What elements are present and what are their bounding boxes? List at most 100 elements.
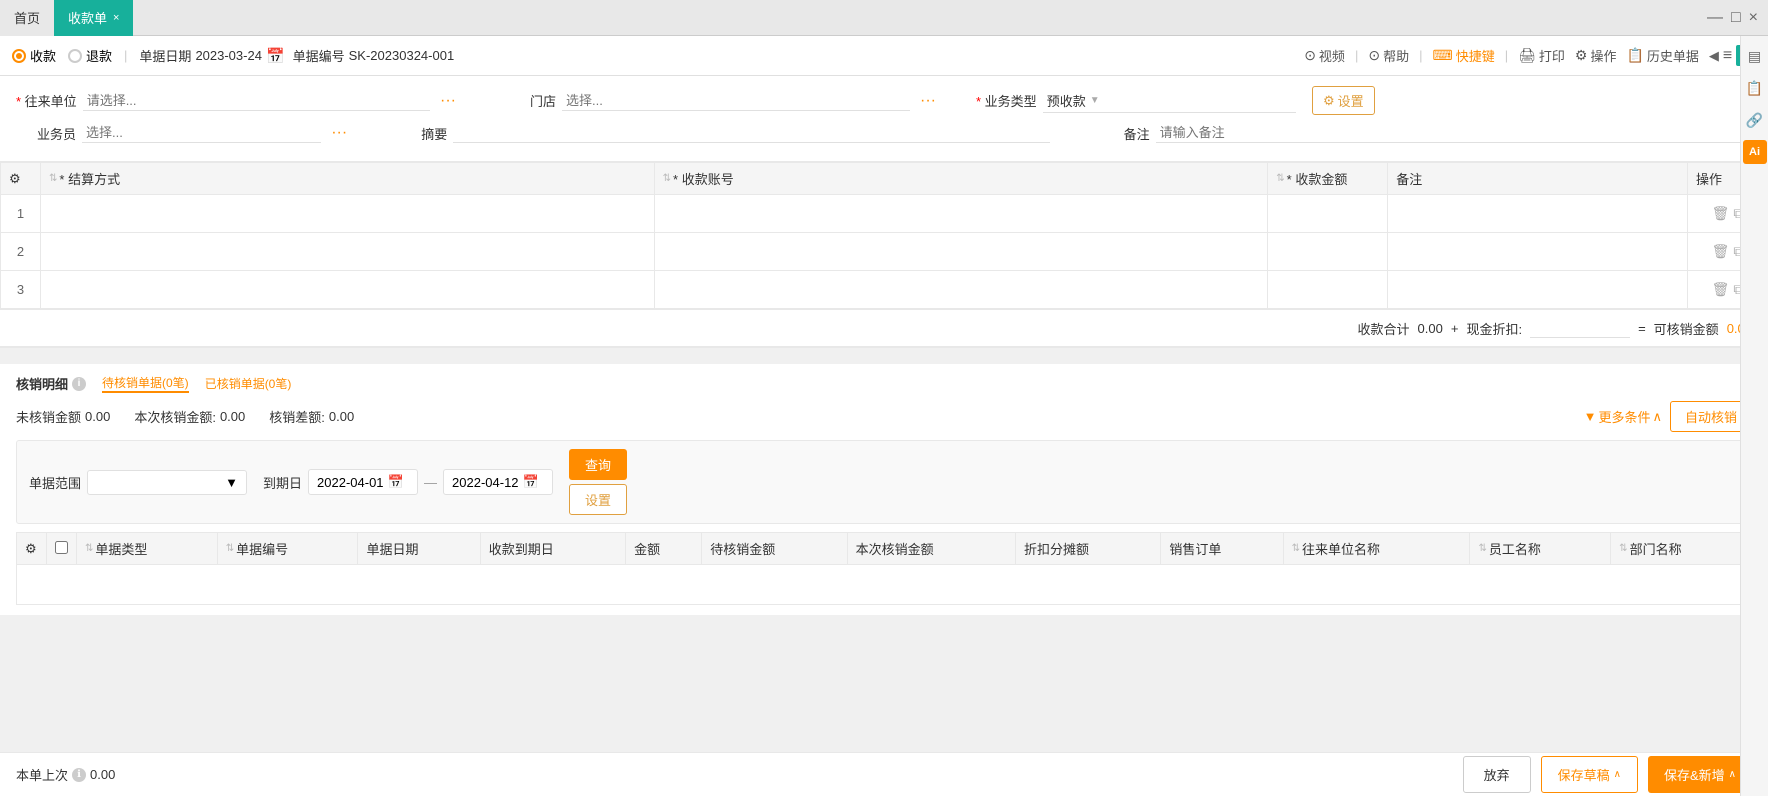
operation-btn[interactable]: ⚙ 操作	[1575, 46, 1617, 65]
settings-btn[interactable]: ⚙ 设置	[1312, 86, 1375, 115]
summary-field: 摘要	[387, 123, 1049, 143]
current-stat: 本次核销金额: 0.00	[134, 407, 245, 426]
section-divider	[0, 348, 1768, 356]
chevron-up-icon: ∧	[1652, 409, 1662, 425]
payment-table-container: ⚙ ⇅ * 结算方式 ⇅ * 收款账号	[0, 162, 1768, 309]
calendar-icon[interactable]: 📅	[266, 47, 285, 65]
history-icon: 📋	[1626, 47, 1643, 64]
discount-label: 现金折扣:	[1466, 319, 1522, 338]
row2-account[interactable]	[654, 233, 1268, 271]
calendar-from-icon: 📅	[388, 474, 404, 490]
staff-input[interactable]	[82, 123, 321, 143]
staff-more-btn[interactable]: ···	[331, 124, 347, 142]
print-btn[interactable]: 🖨 打印	[1518, 46, 1565, 65]
staff-field: 业务员 ···	[16, 123, 347, 143]
store-input[interactable]	[562, 91, 910, 111]
row3-account[interactable]	[654, 271, 1268, 309]
row-num-2: 2	[1, 233, 41, 271]
unchecked-stat: 未核销金额 0.00	[16, 407, 110, 426]
bt-gear-icon: ⚙	[25, 541, 37, 556]
date-to-input[interactable]: 2022-04-12 📅	[443, 469, 553, 495]
help-label: 帮助	[1383, 46, 1409, 65]
counterpart-more-btn[interactable]: ···	[440, 92, 456, 110]
draft-btn[interactable]: 保存草稿 ∧	[1541, 756, 1638, 793]
select-all-checkbox[interactable]	[55, 541, 68, 554]
tab-home[interactable]: 首页	[0, 0, 54, 36]
row2-settle[interactable]	[41, 233, 655, 271]
sidebar-table-icon[interactable]: ▤	[1743, 44, 1767, 68]
sidebar-ai-icon[interactable]: Ai	[1743, 140, 1767, 164]
range-select[interactable]: ▼	[87, 470, 247, 495]
pending-tab[interactable]: 待核销单据(0笔)	[102, 374, 189, 393]
counterpart-input[interactable]	[83, 91, 430, 111]
row-num-3: 3	[1, 271, 41, 309]
row1-amount[interactable]	[1268, 195, 1388, 233]
abandon-label: 放弃	[1484, 768, 1510, 783]
shortcut-btn[interactable]: ⌨ 快捷键	[1432, 46, 1494, 65]
row3-settle[interactable]	[41, 271, 655, 309]
row3-delete-icon[interactable]: 🗑	[1712, 281, 1730, 298]
row3-amount[interactable]	[1268, 271, 1388, 309]
row3-remark[interactable]	[1388, 271, 1688, 309]
done-tab[interactable]: 已核销单据(0笔)	[205, 375, 292, 392]
more-conditions-btn[interactable]: ▼ 更多条件 ∧	[1584, 407, 1662, 426]
separator2: |	[1355, 48, 1358, 63]
date-dash: —	[424, 475, 437, 490]
history-btn[interactable]: 📋 历史单据	[1626, 46, 1698, 65]
nav-left-icon[interactable]: ◀	[1709, 48, 1719, 64]
sidebar-link-icon[interactable]: 🔗	[1743, 108, 1767, 132]
row2-amount[interactable]	[1268, 233, 1388, 271]
row1-remark[interactable]	[1388, 195, 1688, 233]
bt-type-label: 单据类型	[95, 539, 147, 558]
payment-table: ⚙ ⇅ * 结算方式 ⇅ * 收款账号	[0, 162, 1768, 309]
query-btn[interactable]: 查询	[569, 449, 627, 480]
maximize-btn[interactable]: □	[1731, 9, 1741, 27]
minimize-btn[interactable]: —	[1707, 9, 1723, 27]
row1-delete-icon[interactable]: 🗑	[1712, 205, 1730, 222]
close-btn[interactable]: ×	[1749, 9, 1758, 27]
filter-settings-label: 设置	[585, 493, 611, 508]
summary-input[interactable]	[453, 123, 1049, 143]
diff-label: 核销差额:	[269, 407, 325, 426]
row2-delete-icon[interactable]: 🗑	[1712, 243, 1730, 260]
table-row: 3 🗑 ⧉	[1, 271, 1768, 309]
footer-info-icon[interactable]: ℹ	[72, 768, 86, 782]
number-label: 单据编号	[293, 46, 345, 65]
abandon-btn[interactable]: 放弃	[1463, 756, 1531, 793]
main-content: 往来单位 ··· 门店 ··· 业务类型 预收款 ▼ ⚙ 设置	[0, 76, 1768, 752]
last-value: 0.00	[90, 767, 115, 782]
video-icon: ⊙	[1304, 47, 1316, 64]
save-new-btn[interactable]: 保存&新增 ∧	[1648, 756, 1752, 793]
tab-bar: 首页 收款单 × — □ ×	[0, 0, 1768, 36]
radio-receive[interactable]: 收款	[12, 46, 56, 65]
bt-col-date: 单据日期	[358, 533, 480, 565]
bt-empty-cell	[17, 565, 1752, 605]
video-btn[interactable]: ⊙ 视频	[1304, 46, 1345, 65]
bt-col-checkbox	[47, 533, 77, 565]
row1-settle[interactable]	[41, 195, 655, 233]
col-amount-label: * 收款金额	[1287, 169, 1348, 188]
remark-input[interactable]	[1156, 123, 1752, 143]
info-icon[interactable]: i	[72, 377, 86, 391]
query-label: 查询	[585, 458, 611, 473]
row2-remark[interactable]	[1388, 233, 1688, 271]
bt-number-label: 单据编号	[236, 539, 288, 558]
radio-refund[interactable]: 退款	[68, 46, 112, 65]
row1-account[interactable]	[654, 195, 1268, 233]
business-type-select[interactable]: 预收款 ▼	[1043, 89, 1296, 113]
sidebar-doc-icon[interactable]: 📋	[1743, 76, 1767, 100]
table-row: 2 🗑 ⧉	[1, 233, 1768, 271]
equals-sign: =	[1638, 321, 1646, 336]
bt-pending-label: 待核销金额	[710, 542, 775, 557]
tab-current[interactable]: 收款单 ×	[54, 0, 133, 36]
filter-settings-btn[interactable]: 设置	[569, 484, 627, 515]
list-view-icon[interactable]: ≡	[1723, 47, 1732, 65]
date-from-input[interactable]: 2022-04-01 📅	[308, 469, 418, 495]
bt-col-gear[interactable]: ⚙	[17, 533, 47, 565]
col-gear[interactable]: ⚙	[1, 163, 41, 195]
discount-input[interactable]	[1530, 318, 1630, 338]
tab-close-icon[interactable]: ×	[113, 12, 119, 24]
bt-amount-label: 金额	[634, 542, 660, 557]
store-more-btn[interactable]: ···	[920, 92, 936, 110]
help-btn[interactable]: ⊙ 帮助	[1368, 46, 1409, 65]
